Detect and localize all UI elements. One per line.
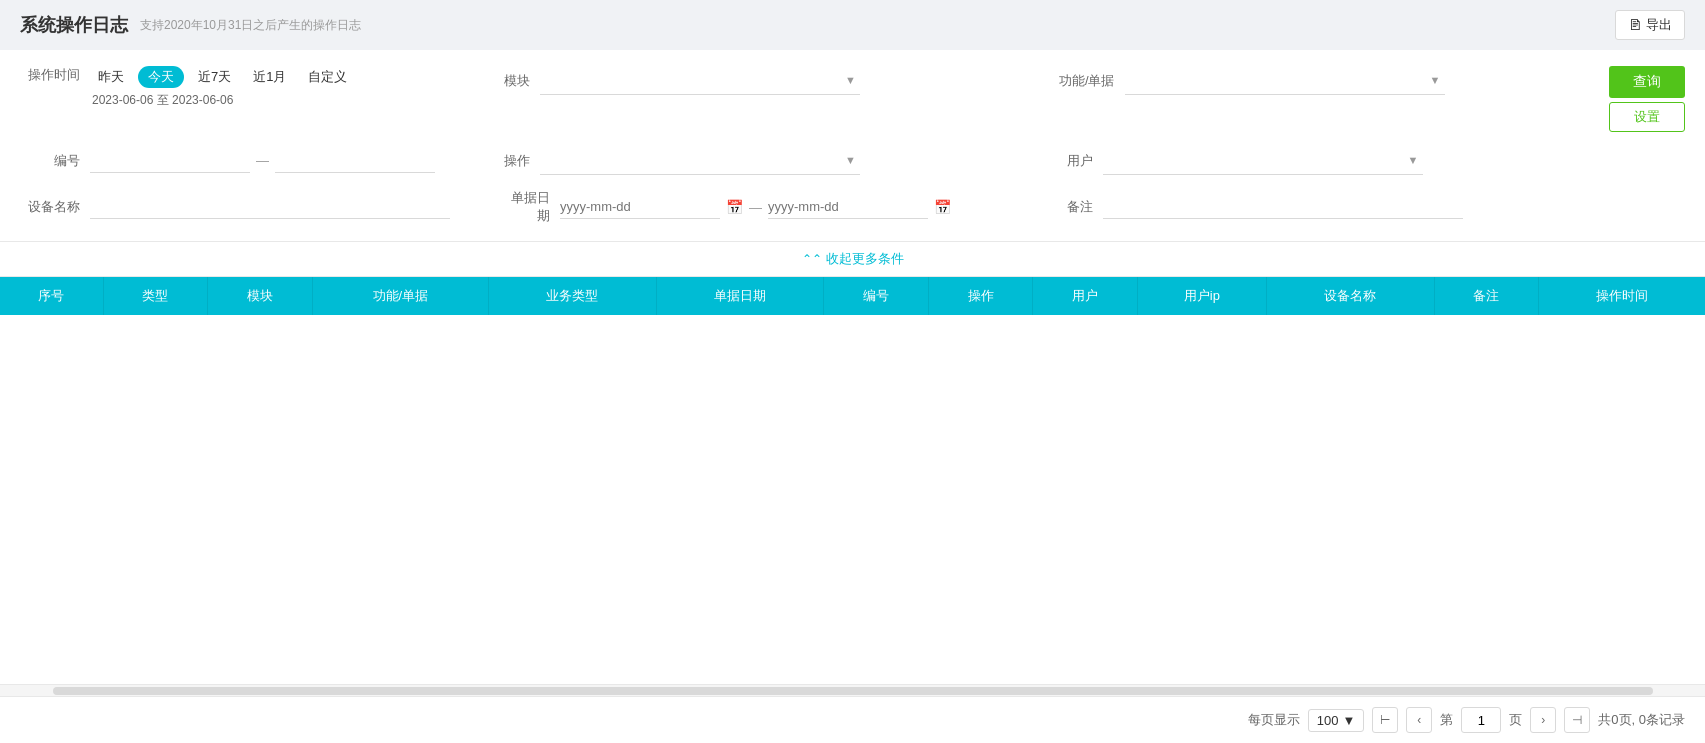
collapse-label: 收起更多条件 [826, 250, 904, 268]
first-page-button[interactable]: ⊢ [1372, 707, 1398, 733]
calendar-from-icon[interactable]: 📅 [726, 199, 743, 215]
action-buttons: 查询 设置 [1609, 66, 1685, 132]
function-chevron-icon: ▼ [1430, 74, 1445, 86]
col-type: 类型 [103, 277, 207, 315]
col-remark: 备注 [1434, 277, 1538, 315]
remark-input[interactable] [1103, 195, 1463, 219]
collapse-row: ⌃⌃ 收起更多条件 [0, 242, 1705, 277]
table-wrapper: 序号 类型 模块 功能/单据 业务类型 单据日期 编号 操作 用户 用户ip 设… [0, 277, 1705, 684]
time-btn-custom[interactable]: 自定义 [300, 66, 355, 88]
number-dash: — [256, 153, 269, 168]
module-select[interactable]: ▼ [540, 66, 860, 95]
device-input[interactable] [90, 195, 450, 219]
time-btn-7days[interactable]: 近7天 [190, 66, 239, 88]
col-date: 单据日期 [656, 277, 824, 315]
page-subtitle: 支持2020年10月31日之后产生的操作日志 [140, 17, 361, 34]
query-button[interactable]: 查询 [1609, 66, 1685, 98]
page-number-input[interactable] [1461, 707, 1501, 733]
date-from-input[interactable] [560, 195, 720, 219]
function-value [1125, 70, 1430, 90]
table-header: 序号 类型 模块 功能/单据 业务类型 单据日期 编号 操作 用户 用户ip 设… [0, 277, 1705, 315]
collapse-button[interactable]: ⌃⌃ 收起更多条件 [802, 250, 904, 268]
col-operation: 操作 [928, 277, 1032, 315]
empty-area [0, 315, 1705, 615]
remark-label: 备注 [1033, 198, 1103, 216]
last-page-button[interactable]: ⊣ [1564, 707, 1590, 733]
filter-area: 操作时间 昨天 今天 近7天 近1月 自定义 2023-06-06 至 2023… [0, 50, 1705, 242]
pagination: 每页显示 100 ▼ ⊢ ‹ 第 页 › ⊣ 共0页, 0条记录 [0, 696, 1705, 743]
time-btn-yesterday[interactable]: 昨天 [90, 66, 132, 88]
page-title: 系统操作日志 [20, 13, 128, 37]
module-value [540, 70, 845, 90]
device-label: 设备名称 [20, 198, 90, 216]
time-label: 操作时间 [20, 66, 90, 84]
number-from-input[interactable] [90, 149, 250, 173]
col-user: 用户 [1033, 277, 1137, 315]
operation-label: 操作 [500, 152, 540, 170]
number-label: 编号 [20, 152, 90, 170]
per-page-chevron-icon: ▼ [1342, 713, 1355, 728]
collapse-icon: ⌃⌃ [802, 252, 822, 266]
user-chevron-icon: ▼ [1408, 154, 1423, 166]
time-btn-1month[interactable]: 近1月 [245, 66, 294, 88]
per-page-select[interactable]: 100 ▼ [1308, 709, 1365, 732]
settings-button[interactable]: 设置 [1609, 102, 1685, 132]
export-label: 导出 [1646, 16, 1672, 34]
col-op-time: 操作时间 [1538, 277, 1705, 315]
module-label: 模块 [500, 72, 540, 90]
export-icon: 🖹 [1628, 17, 1642, 33]
page-label: 第 [1440, 711, 1453, 729]
export-button[interactable]: 🖹 导出 [1615, 10, 1685, 40]
scrollbar-thumb[interactable] [53, 687, 1653, 695]
user-value [1103, 150, 1408, 170]
user-select[interactable]: ▼ [1103, 146, 1423, 175]
function-label: 功能/单据 [1055, 72, 1125, 90]
time-btn-today[interactable]: 今天 [138, 66, 184, 88]
user-label: 用户 [1033, 152, 1103, 170]
date-dash: — [749, 200, 762, 215]
operation-chevron-icon: ▼ [845, 154, 860, 166]
prev-page-button[interactable]: ‹ [1406, 707, 1432, 733]
col-user-ip: 用户ip [1137, 277, 1266, 315]
col-function: 功能/单据 [312, 277, 488, 315]
scrollbar-area[interactable] [0, 684, 1705, 696]
per-page-value: 100 [1317, 713, 1339, 728]
col-number: 编号 [824, 277, 928, 315]
operation-select[interactable]: ▼ [540, 146, 860, 175]
operation-value [540, 150, 845, 170]
next-page-button[interactable]: › [1530, 707, 1556, 733]
number-to-input[interactable] [275, 149, 435, 173]
calendar-to-icon[interactable]: 📅 [934, 199, 951, 215]
data-table: 序号 类型 模块 功能/单据 业务类型 单据日期 编号 操作 用户 用户ip 设… [0, 277, 1705, 315]
time-range-display: 2023-06-06 至 2023-06-06 [90, 92, 355, 109]
per-page-label: 每页显示 [1248, 711, 1300, 729]
page-unit: 页 [1509, 711, 1522, 729]
total-label: 共0页, 0条记录 [1598, 711, 1685, 729]
col-module: 模块 [208, 277, 312, 315]
col-biztype: 业务类型 [489, 277, 657, 315]
date-to-input[interactable] [768, 195, 928, 219]
col-device: 设备名称 [1266, 277, 1434, 315]
col-index: 序号 [0, 277, 103, 315]
function-select[interactable]: ▼ [1125, 66, 1445, 95]
date-label: 单据日期 [500, 189, 560, 225]
module-chevron-icon: ▼ [845, 74, 860, 86]
